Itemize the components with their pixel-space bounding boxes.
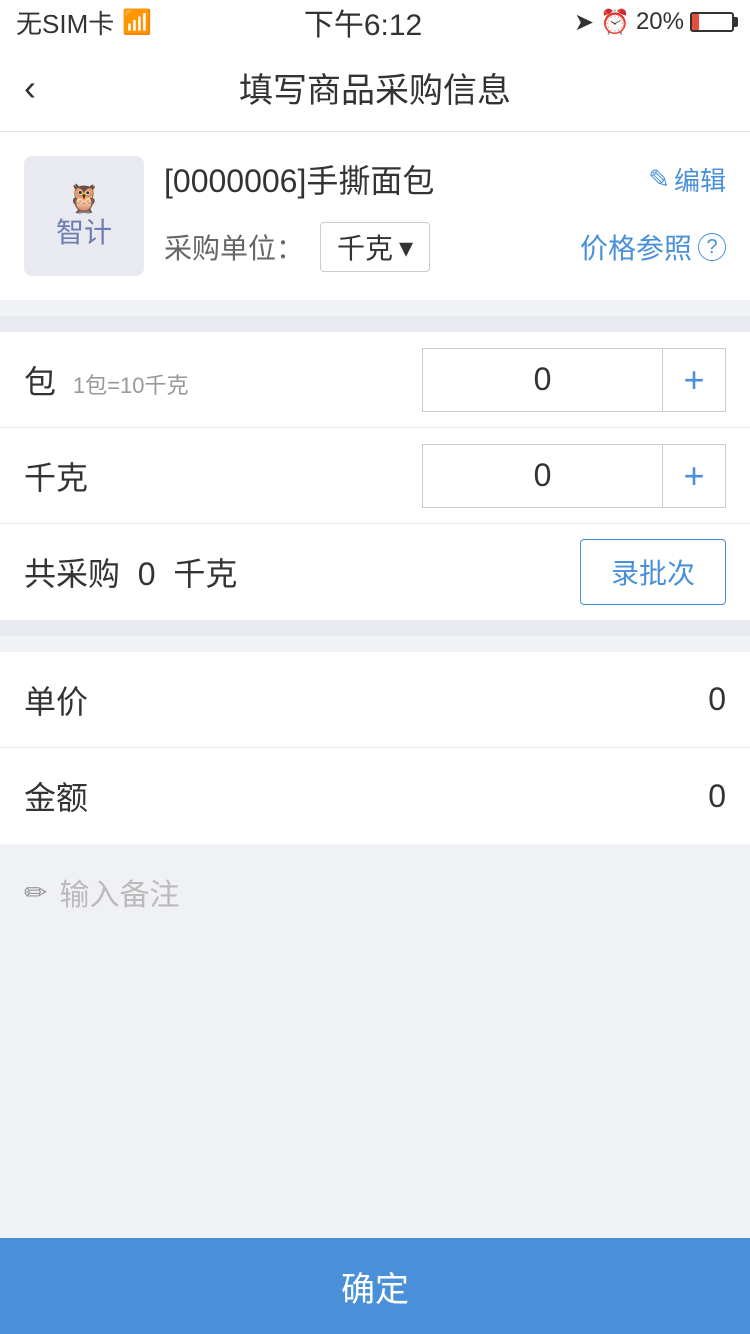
confirm-button[interactable]: 确定	[0, 1238, 750, 1334]
product-thumbnail: 🦉智计	[24, 156, 144, 276]
remark-placeholder: 输入备注	[59, 870, 179, 914]
page-title: 填写商品采购信息	[239, 63, 511, 112]
price-ref-label: 价格参照	[580, 227, 692, 267]
total-unit: 千克	[173, 556, 237, 592]
back-button[interactable]: ‹	[24, 67, 36, 109]
kg-input[interactable]	[422, 444, 662, 508]
price-section: 单价 0 金额 0	[0, 652, 750, 844]
nav-bar: ‹ 填写商品采购信息	[0, 44, 750, 132]
pack-plus-button[interactable]: +	[662, 348, 726, 412]
pack-row: 包 1包=10千克 +	[0, 332, 750, 428]
wifi-icon: 📶	[122, 8, 152, 37]
status-time: 下午6:12	[304, 0, 422, 44]
unit-select[interactable]: 千克 ▾	[320, 222, 430, 272]
sim-text: 无SIM卡	[16, 4, 114, 41]
product-name: [0000006]手撕面包	[164, 156, 434, 202]
product-title: 手撕面包	[306, 163, 434, 199]
kg-section: 千克 +	[0, 428, 750, 524]
pack-section: 包 1包=10千克 +	[0, 332, 750, 428]
amount-row: 金额 0	[0, 748, 750, 844]
location-icon: ➤	[574, 8, 594, 37]
edit-label: 编辑	[674, 161, 726, 198]
pack-label: 包	[24, 364, 56, 400]
status-bar: 无SIM卡 📶 下午6:12 ➤ ⏰ 20%	[0, 0, 750, 44]
pack-input-right: +	[422, 348, 726, 412]
alarm-icon: ⏰	[600, 8, 630, 37]
price-label: 单价	[24, 677, 88, 723]
pencil-icon: ✏	[24, 876, 47, 909]
product-name-row: [0000006]手撕面包 ✎ 编辑	[164, 156, 726, 202]
total-prefix: 共采购	[24, 556, 120, 592]
unit-label: 采购单位：	[164, 227, 304, 267]
product-info: [0000006]手撕面包 ✎ 编辑 采购单位： 千克 ▾ 价格参照 ?	[164, 156, 726, 272]
divider-2	[0, 620, 750, 636]
edit-button[interactable]: ✎ 编辑	[648, 161, 726, 198]
amount-label: 金额	[24, 773, 88, 819]
pack-sub-label: 1包=10千克	[73, 373, 189, 398]
product-logo: 🦉智计	[56, 182, 112, 249]
pack-label-container: 包 1包=10千克	[24, 357, 188, 403]
kg-input-right: +	[422, 444, 726, 508]
kg-label: 千克	[24, 453, 88, 499]
empty-area	[0, 938, 750, 1278]
help-icon: ?	[698, 233, 726, 261]
price-ref-button[interactable]: 价格参照 ?	[580, 227, 726, 267]
price-value: 0	[708, 681, 726, 718]
confirm-label: 确定	[341, 1262, 409, 1311]
chevron-down-icon: ▾	[399, 231, 413, 264]
product-id: [0000006]	[164, 163, 306, 199]
status-left: 无SIM卡 📶	[16, 4, 152, 41]
product-card: 🦉智计 [0000006]手撕面包 ✎ 编辑 采购单位： 千克 ▾ 价格参照 ?	[0, 132, 750, 300]
kg-plus-button[interactable]: +	[662, 444, 726, 508]
total-text: 共采购 0 千克	[24, 549, 237, 595]
edit-icon: ✎	[648, 164, 670, 195]
unit-value: 千克	[337, 227, 393, 267]
status-right: ➤ ⏰ 20%	[574, 8, 734, 37]
amount-value: 0	[708, 778, 726, 815]
price-row: 单价 0	[0, 652, 750, 748]
pack-input[interactable]	[422, 348, 662, 412]
divider-1	[0, 316, 750, 332]
remark-section[interactable]: ✏ 输入备注	[0, 846, 750, 938]
battery-icon	[690, 12, 734, 32]
total-row: 共采购 0 千克 录批次	[0, 524, 750, 620]
kg-row: 千克 +	[0, 428, 750, 524]
battery-percent: 20%	[636, 8, 684, 36]
record-batch-button[interactable]: 录批次	[580, 539, 726, 605]
total-amount: 0	[138, 556, 156, 592]
unit-row: 采购单位： 千克 ▾ 价格参照 ?	[164, 222, 726, 272]
